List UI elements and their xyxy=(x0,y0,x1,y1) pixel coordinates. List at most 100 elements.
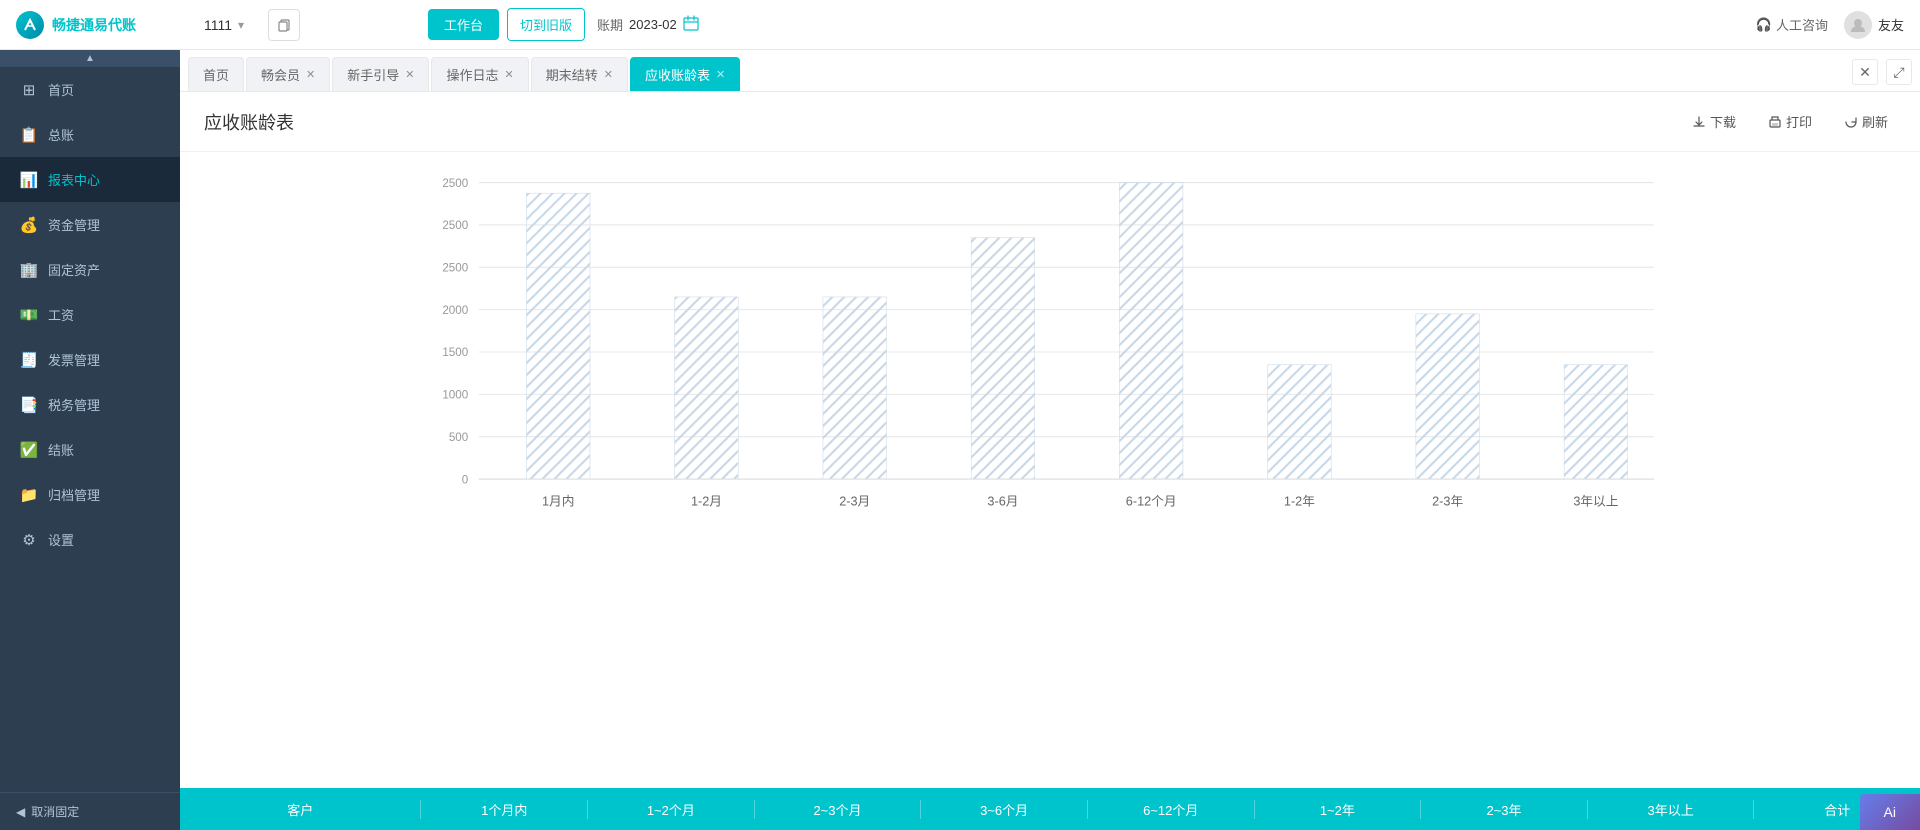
sidebar-item-home[interactable]: ⊞ 首页 xyxy=(0,67,180,112)
page-content: 应收账龄表 下载 xyxy=(180,92,1920,830)
sidebar-scroll-up[interactable]: ▲ xyxy=(0,50,180,67)
fixed-assets-icon: 🏢 xyxy=(20,261,38,279)
salary-icon: 💵 xyxy=(20,306,38,324)
tab-close-oplog[interactable]: ✕ xyxy=(505,68,514,81)
user-avatar xyxy=(1844,11,1872,39)
ledger-icon: 📋 xyxy=(20,126,38,144)
sidebar-label-funds: 资金管理 xyxy=(48,215,100,234)
print-button[interactable]: 打印 xyxy=(1760,108,1820,135)
page-title: 应收账龄表 xyxy=(204,109,294,135)
tab-period-end[interactable]: 期末结转✕ xyxy=(531,57,628,91)
main-layout: ▲ ⊞ 首页 📋 总账 📊 报表中心 💰 资金管理 🏢 固定资产 💵 工资 🧾 … xyxy=(0,50,1920,830)
chart-container: 2500 2500 2500 2000 1500 1000 500 0 xyxy=(180,152,1920,788)
footer-col-6: 1~2年 xyxy=(1255,800,1422,819)
tab-label-member: 畅会员 xyxy=(261,65,300,84)
sidebar-label-tax: 税务管理 xyxy=(48,395,100,414)
tab-home[interactable]: 首页 xyxy=(188,57,244,91)
sidebar-item-settings[interactable]: ⚙ 设置 xyxy=(0,517,180,562)
footer-col-4: 3~6个月 xyxy=(921,800,1088,819)
sidebar-label-checkout: 结账 xyxy=(48,440,74,459)
sidebar-item-ledger[interactable]: 📋 总账 xyxy=(0,112,180,157)
footer-col-1: 1个月内 xyxy=(421,800,588,819)
checkout-icon: ✅ xyxy=(20,441,38,459)
switch-old-version-button[interactable]: 切到旧版 xyxy=(507,8,585,41)
sidebar-label-settings: 设置 xyxy=(48,530,74,549)
tab-member[interactable]: 畅会员 ✕ xyxy=(246,57,330,91)
tax-icon: 📑 xyxy=(20,396,38,414)
sidebar-label-archive: 归档管理 xyxy=(48,485,100,504)
sidebar-item-archive[interactable]: 📁 归档管理 xyxy=(0,472,180,517)
top-header: 畅捷通易代账 1111 ▾ 工作台 切到旧版 账期 2023-02 🎧 xyxy=(0,0,1920,50)
tab-close-guide[interactable]: ✕ xyxy=(405,68,414,81)
svg-text:2500: 2500 xyxy=(442,177,468,190)
svg-text:1500: 1500 xyxy=(442,346,468,359)
footer-col-7: 2~3年 xyxy=(1421,800,1588,819)
page-header: 应收账龄表 下载 xyxy=(180,92,1920,152)
sidebar-label-home: 首页 xyxy=(48,80,74,99)
chart-wrapper: 2500 2500 2500 2000 1500 1000 500 0 xyxy=(200,172,1880,532)
sidebar-cancel-pin[interactable]: ◀ 取消固定 xyxy=(0,792,180,830)
period-area: 账期 2023-02 xyxy=(597,15,699,34)
sidebar-item-tax[interactable]: 📑 税务管理 xyxy=(0,382,180,427)
tab-close-ar-aging[interactable]: ✕ xyxy=(716,68,725,81)
refresh-button[interactable]: 刷新 xyxy=(1836,108,1896,135)
footer-col-0: 客户 xyxy=(180,800,421,819)
download-label: 下载 xyxy=(1710,112,1736,131)
cancel-pin-label: 取消固定 xyxy=(31,803,79,820)
footer-col-5: 6~12个月 xyxy=(1088,800,1255,819)
tab-close-period-end[interactable]: ✕ xyxy=(604,68,613,81)
company-dropdown-icon: ▾ xyxy=(238,18,244,32)
tab-label-oplog: 操作日志 xyxy=(446,65,498,84)
invoice-icon: 🧾 xyxy=(20,351,38,369)
copy-company-button[interactable] xyxy=(268,9,300,41)
sidebar-label-fixed-assets: 固定资产 xyxy=(48,260,100,279)
tab-close-member[interactable]: ✕ xyxy=(306,68,315,81)
sidebar-item-checkout[interactable]: ✅ 结账 xyxy=(0,427,180,472)
user-area[interactable]: 友友 xyxy=(1844,11,1904,39)
settings-icon: ⚙ xyxy=(20,531,38,549)
svg-text:3年以上: 3年以上 xyxy=(1573,495,1618,509)
tabs-bar: 首页畅会员✕新手引导✕操作日志✕期末结转✕应收账龄表✕ ✕ ⤢ xyxy=(180,50,1920,92)
tab-guide[interactable]: 新手引导✕ xyxy=(332,57,429,91)
pin-icon: ◀ xyxy=(16,805,25,819)
svg-text:2-3月: 2-3月 xyxy=(839,495,870,509)
tab-ar-aging[interactable]: 应收账龄表 ✕ xyxy=(630,57,740,91)
download-button[interactable]: 下载 xyxy=(1684,108,1744,135)
tab-label-home: 首页 xyxy=(203,65,229,84)
sidebar-item-reports[interactable]: 📊 报表中心 xyxy=(0,157,180,202)
expand-tabs-button[interactable]: ⤢ xyxy=(1886,59,1912,85)
svg-text:1-2月: 1-2月 xyxy=(691,495,722,509)
tab-label-ar-aging: 应收账龄表 xyxy=(645,65,710,84)
sidebar-label-reports: 报表中心 xyxy=(48,170,100,189)
svg-text:6-12个月: 6-12个月 xyxy=(1126,495,1177,509)
table-footer: 客户1个月内1~2个月2~3个月3~6个月6~12个月1~2年2~3年3年以上合… xyxy=(180,788,1920,830)
sidebar-item-invoice[interactable]: 🧾 发票管理 xyxy=(0,337,180,382)
tab-oplog[interactable]: 操作日志 ✕ xyxy=(431,57,528,91)
content-area: 首页畅会员✕新手引导✕操作日志✕期末结转✕应收账龄表✕ ✕ ⤢ 应收账龄表 下载 xyxy=(180,50,1920,830)
company-selector[interactable]: 1111 ▾ xyxy=(196,13,252,37)
period-label: 账期 xyxy=(597,15,623,34)
sidebar-nav: ⊞ 首页 📋 总账 📊 报表中心 💰 资金管理 🏢 固定资产 💵 工资 🧾 发票… xyxy=(0,67,180,792)
footer-col-8: 3年以上 xyxy=(1588,800,1755,819)
close-all-tabs-button[interactable]: ✕ xyxy=(1852,59,1878,85)
company-selector-area: 1111 ▾ xyxy=(196,9,416,41)
svg-text:2000: 2000 xyxy=(442,304,468,317)
funds-icon: 💰 xyxy=(20,216,38,234)
sidebar-item-salary[interactable]: 💵 工资 xyxy=(0,292,180,337)
svg-text:1月内: 1月内 xyxy=(542,495,574,509)
svg-text:1-2年: 1-2年 xyxy=(1284,495,1315,509)
consult-area[interactable]: 🎧 人工咨询 xyxy=(1756,15,1828,34)
app-logo-text: 畅捷通易代账 xyxy=(52,15,136,35)
workbench-button[interactable]: 工作台 xyxy=(428,9,499,40)
sidebar-item-fixed-assets[interactable]: 🏢 固定资产 xyxy=(0,247,180,292)
svg-text:2-3年: 2-3年 xyxy=(1432,495,1463,509)
calendar-icon[interactable] xyxy=(683,15,699,34)
ai-assistant-badge[interactable]: Ai xyxy=(1860,794,1920,830)
sidebar-item-funds[interactable]: 💰 资金管理 xyxy=(0,202,180,247)
logo-icon xyxy=(16,11,44,39)
print-label: 打印 xyxy=(1786,112,1812,131)
tabs-right-actions: ✕ ⤢ xyxy=(1852,59,1912,91)
company-name: 1111 xyxy=(204,17,232,33)
period-value: 2023-02 xyxy=(629,17,677,32)
sidebar-label-ledger: 总账 xyxy=(48,125,74,144)
